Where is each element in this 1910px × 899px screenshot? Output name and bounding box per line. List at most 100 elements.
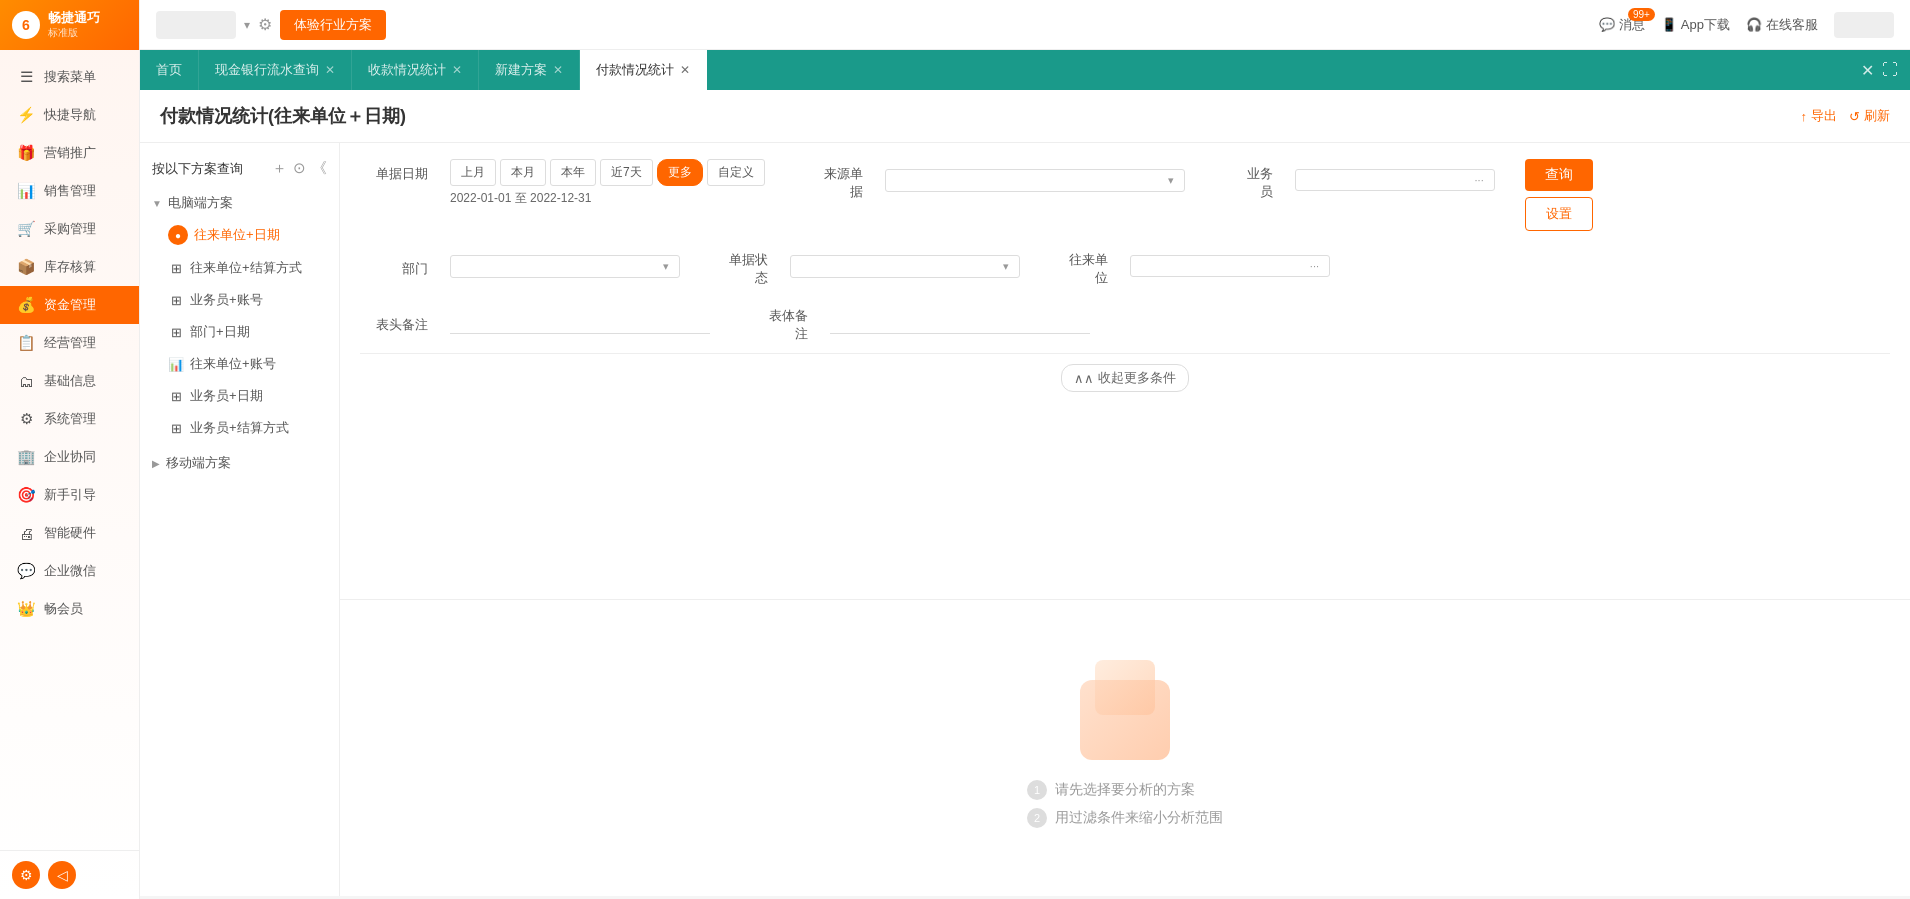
sidebar-item-enterprise[interactable]: 🏢 企业协同 xyxy=(0,438,139,476)
sidebar-item-search-menu[interactable]: ☰ 搜索菜单 xyxy=(0,58,139,96)
tab-collection[interactable]: 收款情况统计 ✕ xyxy=(352,50,479,90)
date-btn-last-7days[interactable]: 近7天 xyxy=(600,159,653,186)
sidebar-item-label: 畅会员 xyxy=(44,600,83,618)
header-note-group: 表头备注 xyxy=(360,310,710,334)
collapse-button[interactable]: ∧∧ 收起更多条件 xyxy=(1061,364,1189,392)
settings-footer-btn[interactable]: ⚙ xyxy=(12,861,40,889)
sidebar-item-finance[interactable]: 💰 资金管理 xyxy=(0,286,139,324)
empty-shape-bottom xyxy=(1080,680,1170,760)
sidebar-item-sales[interactable]: 📊 销售管理 xyxy=(0,172,139,210)
panel-toolbar-icons: ＋ ⊙ 《 xyxy=(272,159,327,178)
empty-hint-2: 2 用过滤条件来缩小分析范围 xyxy=(1027,808,1223,828)
add-scheme-button[interactable]: ＋ xyxy=(272,159,287,178)
date-filter-group: 单据日期 上月 本月 本年 近7天 更多 自定义 xyxy=(360,159,765,207)
pc-group-label: 电脑端方案 xyxy=(168,194,327,212)
message-button[interactable]: 💬 消息 99+ xyxy=(1599,16,1645,34)
sidebar-item-inventory[interactable]: 📦 库存核算 xyxy=(0,248,139,286)
sidebar-item-hardware[interactable]: 🖨 智能硬件 xyxy=(0,514,139,552)
collapse-sidebar-btn[interactable]: ◁ xyxy=(48,861,76,889)
body-note-input[interactable] xyxy=(830,310,1090,334)
tab-new-scheme[interactable]: 新建方案 ✕ xyxy=(479,50,580,90)
mobile-group-header[interactable]: ▶ 移动端方案 xyxy=(140,448,339,478)
sidebar-item-quick-nav[interactable]: ⚡ 快捷导航 xyxy=(0,96,139,134)
guide-icon: 🎯 xyxy=(16,486,36,504)
online-service-button[interactable]: 🎧 在线客服 xyxy=(1746,16,1818,34)
close-all-tabs-btn[interactable]: ✕ xyxy=(1861,61,1874,80)
export-button[interactable]: ↑ 导出 xyxy=(1801,107,1838,125)
topbar: ▾ ⚙ 体验行业方案 💬 消息 99+ 📱 App下载 🎧 在线客服 xyxy=(140,0,1910,50)
scheme-label: 业务员+结算方式 xyxy=(190,419,289,437)
header-note-input[interactable] xyxy=(450,310,710,334)
doc-status-select[interactable]: ▾ xyxy=(790,255,1020,278)
try-industry-button[interactable]: 体验行业方案 xyxy=(280,10,386,40)
hint-text-2: 用过滤条件来缩小分析范围 xyxy=(1055,809,1223,827)
tab-new-scheme-label: 新建方案 xyxy=(495,61,547,79)
app-download-label: App下载 xyxy=(1681,16,1730,34)
scheme-item-staff-date[interactable]: ⊞ 业务员+日期 xyxy=(140,380,339,412)
app-logo-icon: 6 xyxy=(12,11,40,39)
source-select[interactable]: ▾ xyxy=(885,169,1185,192)
tab-cashflow[interactable]: 现金银行流水查询 ✕ xyxy=(199,50,352,90)
date-btn-custom[interactable]: 自定义 xyxy=(707,159,765,186)
sidebar-item-marketing[interactable]: 🎁 营销推广 xyxy=(0,134,139,172)
filter-row-3: 表头备注 表体备注 xyxy=(360,301,1890,343)
hint-num-1: 1 xyxy=(1027,780,1047,800)
sidebar-item-label: 基础信息 xyxy=(44,372,96,390)
scheme-item-staff-account[interactable]: ⊞ 业务员+账号 xyxy=(140,284,339,316)
pc-group-header[interactable]: ▼ 电脑端方案 xyxy=(140,188,339,218)
maximize-btn[interactable]: ⛶ xyxy=(1882,61,1898,79)
sidebar-item-label: 快捷导航 xyxy=(44,106,96,124)
tab-payment-stats[interactable]: 付款情况统计 ✕ xyxy=(580,50,707,90)
staff-select[interactable]: ··· xyxy=(1295,169,1495,191)
sidebar-item-label: 库存核算 xyxy=(44,258,96,276)
topbar-settings-icon[interactable]: ⚙ xyxy=(258,15,272,34)
user-info-placeholder[interactable] xyxy=(1834,12,1894,38)
dept-select[interactable]: ▾ xyxy=(450,255,680,278)
query-button[interactable]: 查询 xyxy=(1525,159,1593,191)
panel-collapse-button[interactable]: 《 xyxy=(312,159,327,178)
sidebar-item-guide[interactable]: 🎯 新手引导 xyxy=(0,476,139,514)
date-btn-more[interactable]: 更多 xyxy=(657,159,703,186)
sidebar-item-basic[interactable]: 🗂 基础信息 xyxy=(0,362,139,400)
scheme-item-partner-account[interactable]: 📊 往来单位+账号 xyxy=(140,348,339,380)
sidebar-item-purchase[interactable]: 🛒 采购管理 xyxy=(0,210,139,248)
service-icon: 🎧 xyxy=(1746,17,1762,32)
app-name-block: 畅捷通巧 标准版 xyxy=(48,10,100,40)
refresh-button[interactable]: ↺ 刷新 xyxy=(1849,107,1890,125)
tab-home[interactable]: 首页 xyxy=(140,50,199,90)
sidebar-item-operations[interactable]: 📋 经营管理 xyxy=(0,324,139,362)
filter-settings-button[interactable]: 设置 xyxy=(1525,197,1593,231)
date-filter-label: 单据日期 xyxy=(360,159,440,183)
sidebar-item-label: 系统管理 xyxy=(44,410,96,428)
tab-new-scheme-close[interactable]: ✕ xyxy=(553,63,563,77)
sidebar-item-label: 企业微信 xyxy=(44,562,96,580)
app-icon: 📱 xyxy=(1661,17,1677,32)
scheme-item-dept-date[interactable]: ⊞ 部门+日期 xyxy=(140,316,339,348)
scheme-settings-button[interactable]: ⊙ xyxy=(293,159,306,178)
date-btn-last-month[interactable]: 上月 xyxy=(450,159,496,186)
scheme-item-partner-date[interactable]: ● 往来单位+日期 xyxy=(140,218,339,252)
app-download-button[interactable]: 📱 App下载 xyxy=(1661,16,1730,34)
date-btn-this-month[interactable]: 本月 xyxy=(500,159,546,186)
sidebar-item-wechat[interactable]: 💬 企业微信 xyxy=(0,552,139,590)
partner-select[interactable]: ··· xyxy=(1130,255,1330,277)
tab-cashflow-label: 现金银行流水查询 xyxy=(215,61,319,79)
scheme-item-partner-settle[interactable]: ⊞ 往来单位+结算方式 xyxy=(140,252,339,284)
active-dot-icon: ● xyxy=(168,225,188,245)
sidebar-item-system[interactable]: ⚙ 系统管理 xyxy=(0,400,139,438)
date-btn-this-year[interactable]: 本年 xyxy=(550,159,596,186)
sidebar-item-label: 营销推广 xyxy=(44,144,96,162)
empty-illustration xyxy=(1065,660,1185,760)
sidebar-item-member[interactable]: 👑 畅会员 xyxy=(0,590,139,628)
sidebar-item-label: 采购管理 xyxy=(44,220,96,238)
tab-cashflow-close[interactable]: ✕ xyxy=(325,63,335,77)
sidebar-item-label: 经营管理 xyxy=(44,334,96,352)
tab-payment-stats-label: 付款情况统计 xyxy=(596,61,674,79)
tab-collection-close[interactable]: ✕ xyxy=(452,63,462,77)
scheme-item-staff-settle[interactable]: ⊞ 业务员+结算方式 xyxy=(140,412,339,444)
tab-payment-stats-close[interactable]: ✕ xyxy=(680,63,690,77)
mobile-group-arrow: ▶ xyxy=(152,458,160,469)
topbar-dropdown-arrow[interactable]: ▾ xyxy=(244,18,250,32)
search-menu-icon: ☰ xyxy=(16,68,36,86)
doc-status-filter-group: 单据状态 ▾ xyxy=(720,245,1020,287)
